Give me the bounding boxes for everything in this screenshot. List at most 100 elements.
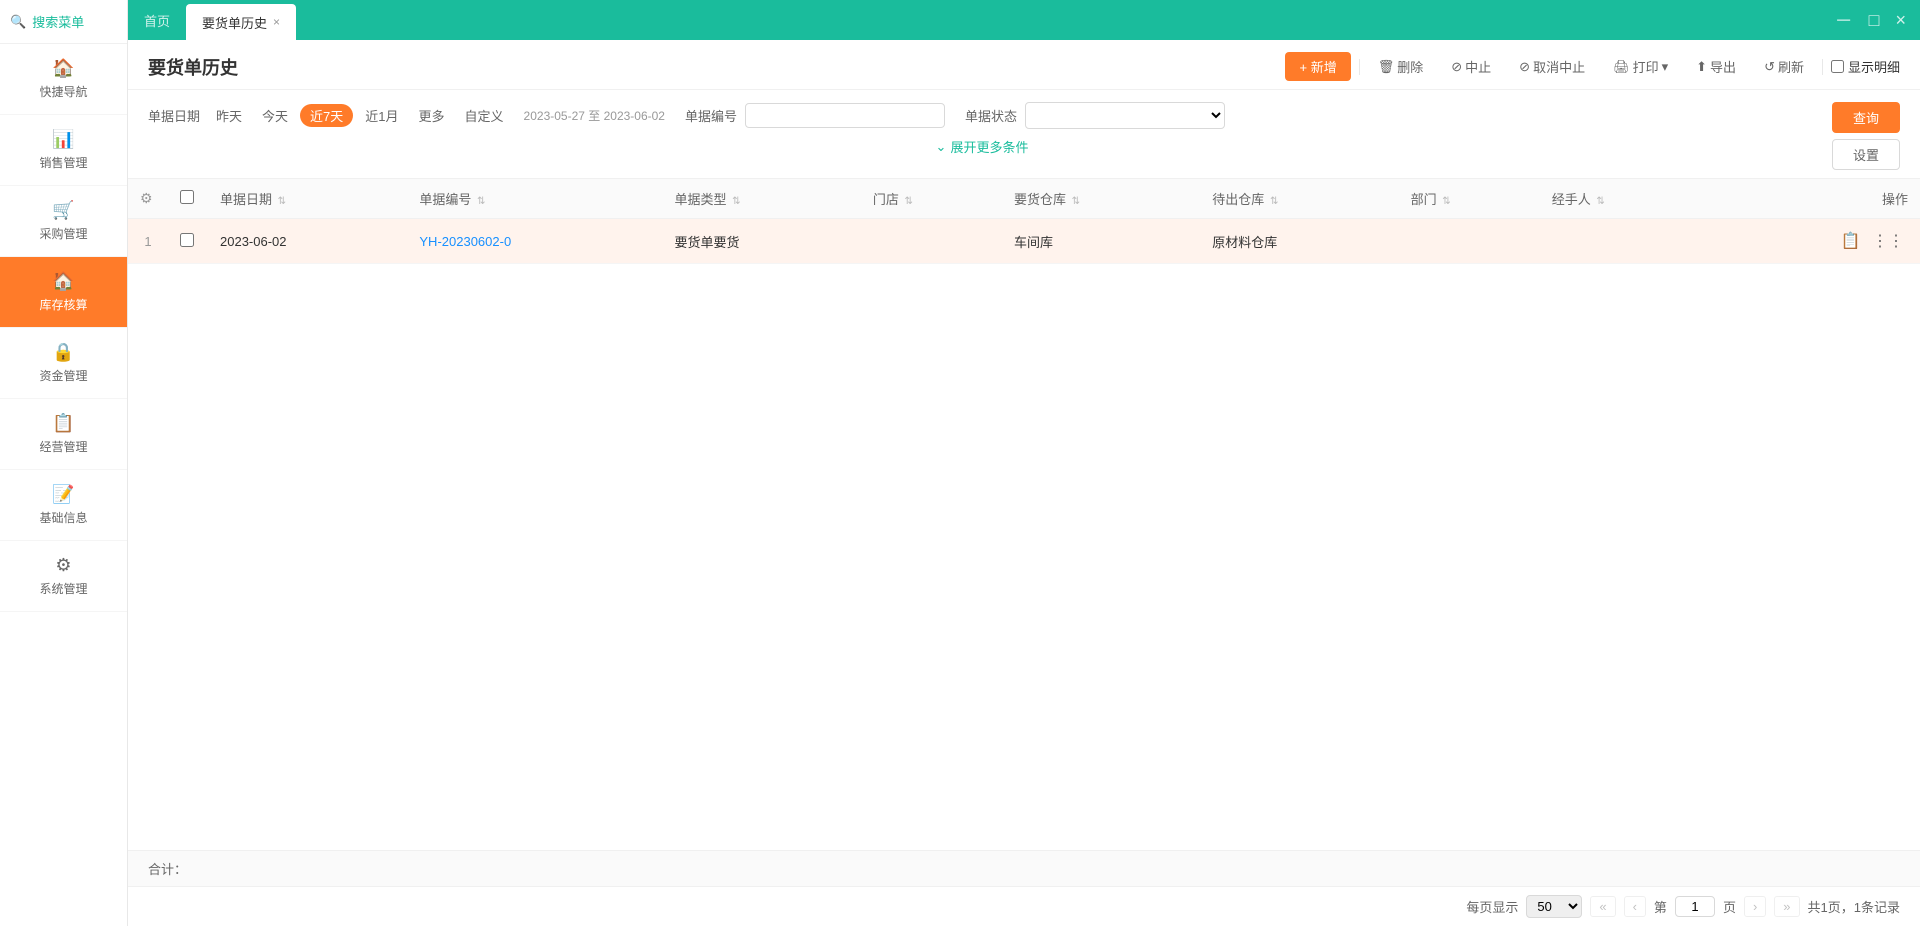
display-detail-checkbox-wrapper[interactable]: 显示明细 [1831,57,1900,76]
page-header: 要货单历史 + 新增 🗑 删除 ⊘ 中止 ⊘ 取消中止 🖨 打 [128,40,1920,90]
tab-home[interactable]: 首页 [128,0,186,40]
window-maximize-button[interactable]: □ [1863,8,1886,33]
col-pending-warehouse-label: 待出仓库 [1212,192,1264,207]
row-more-button[interactable]: ⋮⋮ [1868,229,1908,253]
table-settings-icon[interactable]: ⚙ [140,190,153,206]
select-all-checkbox[interactable] [180,190,194,204]
row-handler [1540,219,1710,264]
col-department-sort-icon[interactable]: ⇅ [1442,196,1450,207]
col-handler-sort-icon[interactable]: ⇅ [1596,196,1604,207]
sidebar-item-inventory[interactable]: 🏠 库存核算 [0,257,127,328]
col-action-label: 操作 [1882,192,1908,207]
export-icon: ⬆ [1696,59,1707,75]
col-bill-type-sort-icon[interactable]: ⇅ [732,196,740,207]
divider-2 [1822,59,1823,75]
refresh-button[interactable]: ↺ 刷新 [1754,53,1814,80]
sidebar-item-sales[interactable]: 📊 销售管理 [0,115,127,186]
topbar: 首页 要货单历史 × － □ × [128,0,1920,40]
print-icon: 🖨 [1613,59,1630,75]
status-select[interactable] [1025,102,1225,129]
filter-main: 单据日期 昨天 今天 近7天 近1月 更多 自定义 2023-05-27 至 2… [148,102,1900,170]
clipboard-icon: 📋 [52,413,74,434]
sidebar-item-label: 基础信息 [39,509,87,526]
lock-icon: 🔒 [52,342,74,363]
filter-date-range: 2023-05-27 至 2023-06-02 [524,107,665,124]
date-option-yesterday[interactable]: 昨天 [208,104,250,127]
sidebar-item-operation[interactable]: 📋 经营管理 [0,399,127,470]
sidebar-item-system[interactable]: ⚙ 系统管理 [0,541,127,612]
sidebar-item-label: 库存核算 [39,296,87,313]
tab-close-icon[interactable]: × [273,15,280,29]
table-row: 1 2023-06-02 YH-20230602-0 要货单要货 车间库 原材料… [128,219,1920,264]
bill-no-link[interactable]: YH-20230602-0 [419,234,511,249]
date-option-7days[interactable]: 近7天 [300,104,353,127]
expand-more-btn[interactable]: ⌄ 展开更多条件 [936,137,1029,156]
row-actions: 📋 ⋮⋮ [1709,219,1920,264]
sidebar-item-label: 资金管理 [39,367,87,384]
filter-date-label: 单据日期 [148,106,200,125]
next-page-button[interactable]: › [1744,896,1766,917]
header-actions: + 新增 🗑 删除 ⊘ 中止 ⊘ 取消中止 🖨 打印 ▾ [1285,52,1900,81]
date-option-today[interactable]: 今天 [254,104,296,127]
filter-row-1: 单据日期 昨天 今天 近7天 近1月 更多 自定义 2023-05-27 至 2… [148,102,1816,129]
delete-button[interactable]: 🗑 删除 [1368,53,1434,80]
col-department-label: 部门 [1411,192,1437,207]
sidebar-item-label: 采购管理 [39,225,87,242]
per-page-select[interactable]: 50 100 200 [1526,895,1582,918]
display-detail-checkbox[interactable] [1831,60,1844,73]
bill-no-input[interactable] [745,103,945,128]
col-store-sort-icon[interactable]: ⇅ [905,196,913,207]
col-req-warehouse-sort-icon[interactable]: ⇅ [1072,196,1080,207]
page-title: 要货单历史 [148,54,238,80]
window-close-button[interactable]: × [1889,8,1912,33]
filter-bill-no-label: 单据编号 [685,106,737,125]
query-button[interactable]: 查询 [1832,102,1900,133]
col-handler: 经手人 ⇅ [1540,179,1710,219]
date-option-more[interactable]: 更多 [411,104,453,127]
col-store: 门店 ⇅ [861,179,1002,219]
settings-button[interactable]: 设置 [1832,139,1900,170]
sidebar-item-finance[interactable]: 🔒 资金管理 [0,328,127,399]
pagination-summary: 共1页，1条记录 [1808,897,1900,916]
prev-page-button[interactable]: ‹ [1624,896,1646,917]
chart-icon: 📊 [52,129,74,150]
date-option-custom[interactable]: 自定义 [457,104,512,127]
data-table: ⚙ 单据日期 ⇅ 单据编号 ⇅ [128,179,1920,264]
table-header-row: ⚙ 单据日期 ⇅ 单据编号 ⇅ [128,179,1920,219]
sidebar-item-purchase[interactable]: 🛒 采购管理 [0,186,127,257]
window-minimize-button[interactable]: － [1829,5,1859,35]
col-department: 部门 ⇅ [1399,179,1540,219]
row-edit-button[interactable]: 📋 [1836,229,1864,253]
col-bill-type-label: 单据类型 [675,192,727,207]
gear-icon: ⚙ [55,555,71,576]
tab-active[interactable]: 要货单历史 × [186,4,296,40]
page-number-input[interactable] [1675,896,1715,917]
export-button[interactable]: ⬆ 导出 [1686,53,1746,80]
new-button[interactable]: + 新增 [1285,52,1350,81]
filter-status: 单据状态 [965,102,1225,129]
row-req-warehouse: 车间库 [1002,219,1200,264]
col-req-warehouse: 要货仓库 ⇅ [1002,179,1200,219]
col-date-sort-icon[interactable]: ⇅ [278,196,286,207]
footer-total-label: 合计： [148,859,187,878]
row-department [1399,219,1540,264]
content-area: 要货单历史 + 新增 🗑 删除 ⊘ 中止 ⊘ 取消中止 🖨 打 [128,40,1920,926]
delete-icon: 🗑 [1378,59,1395,75]
sidebar-search[interactable]: 🔍 搜索菜单 [0,0,127,44]
sidebar-item-label: 系统管理 [39,580,87,597]
per-page-label: 每页显示 [1466,897,1518,916]
stop-button[interactable]: ⊘ 中止 [1441,53,1501,80]
row-pending-warehouse: 原材料仓库 [1200,219,1398,264]
print-button[interactable]: 🖨 打印 ▾ [1603,53,1678,80]
row-checkbox[interactable] [180,233,194,247]
sidebar-item-basic[interactable]: 📝 基础信息 [0,470,127,541]
sidebar-item-quick-nav[interactable]: 🏠 快捷导航 [0,44,127,115]
row-bill-type: 要货单要货 [663,219,861,264]
last-page-button[interactable]: » [1774,896,1799,917]
cancel-stop-button[interactable]: ⊘ 取消中止 [1509,53,1595,80]
date-option-1month[interactable]: 近1月 [357,104,406,127]
col-pending-warehouse-sort-icon[interactable]: ⇅ [1270,196,1278,207]
col-handler-label: 经手人 [1552,192,1591,207]
col-bill-no-sort-icon[interactable]: ⇅ [477,196,485,207]
first-page-button[interactable]: « [1590,896,1615,917]
